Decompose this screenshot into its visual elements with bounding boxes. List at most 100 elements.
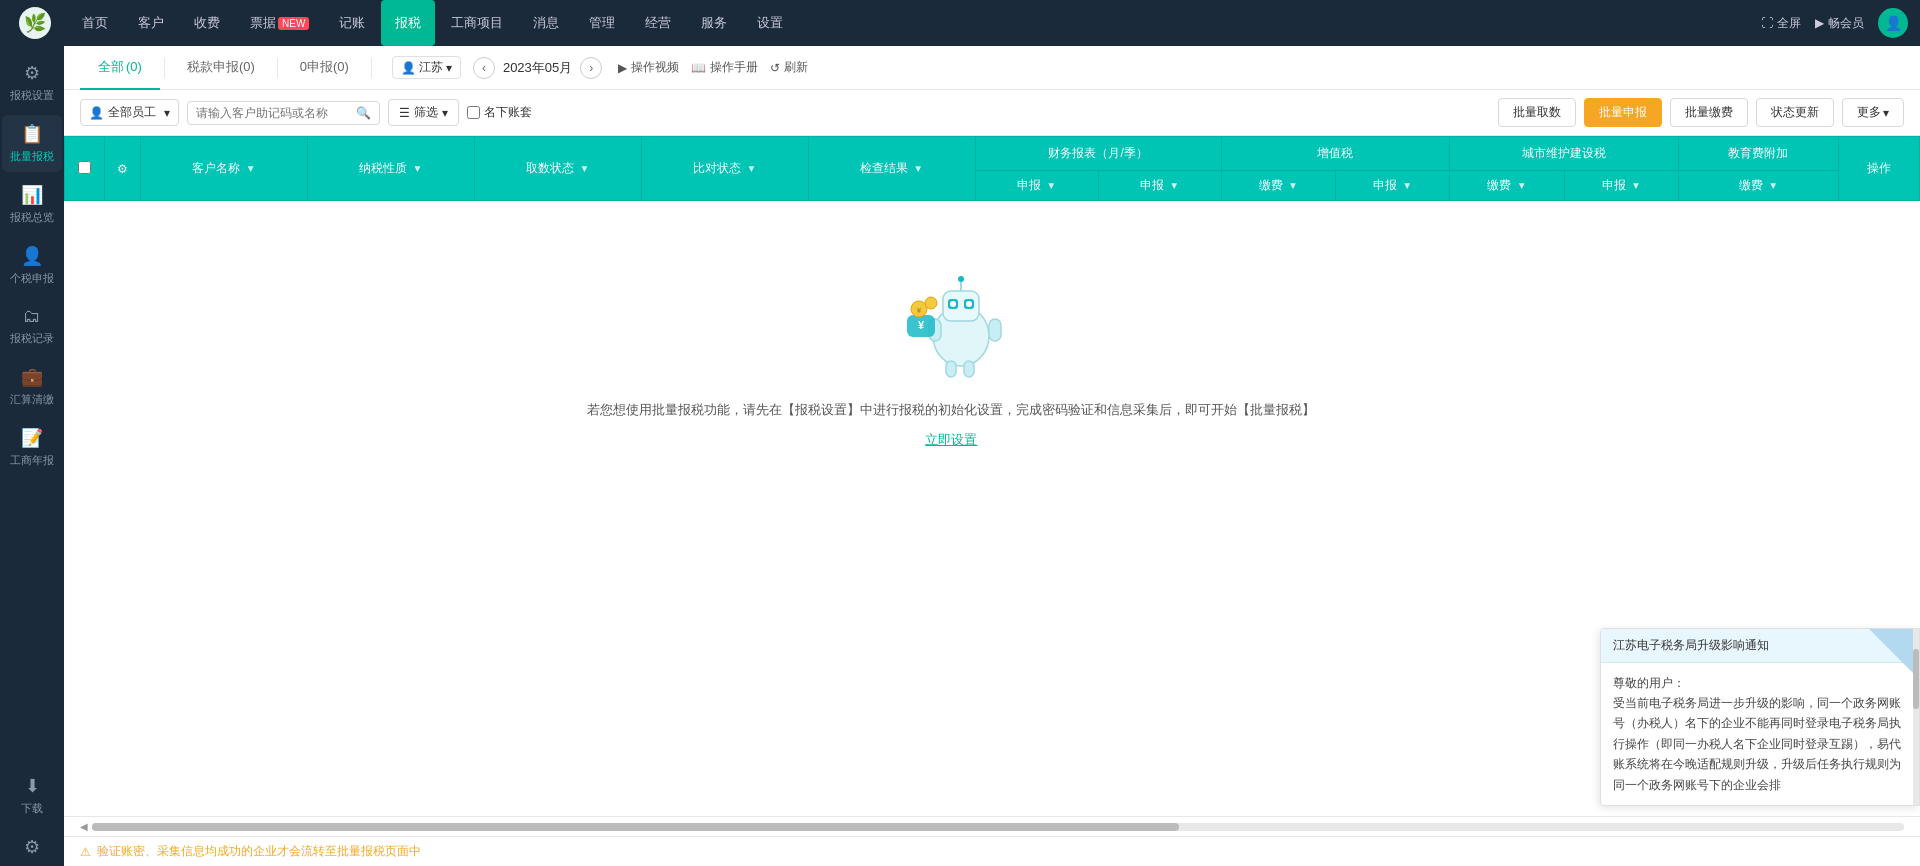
financial-declare-filter-icon[interactable]: ▼ <box>1046 180 1056 191</box>
vat-declare-filter-icon[interactable]: ▼ <box>1169 180 1179 191</box>
tax-settings-icon: ⚙ <box>24 62 40 84</box>
svg-rect-9 <box>989 319 1001 341</box>
fetch-status-filter-icon[interactable]: ▼ <box>580 163 590 174</box>
account-checkbox-label[interactable]: 名下账套 <box>467 104 532 121</box>
nav-manage[interactable]: 管理 <box>575 0 629 46</box>
h-scrollbar-track[interactable] <box>92 823 1904 831</box>
sidebar-item-annual-report[interactable]: 📝 工商年报 <box>2 419 62 476</box>
nav-bookkeeping[interactable]: 记账 <box>325 0 379 46</box>
svg-point-16 <box>925 297 937 309</box>
nav-service[interactable]: 服务 <box>687 0 741 46</box>
batch-pay-btn[interactable]: 批量缴费 <box>1670 98 1748 127</box>
svg-rect-10 <box>946 361 956 377</box>
nav-customer[interactable]: 客户 <box>124 0 178 46</box>
scroll-left-arrow[interactable]: ◀ <box>80 821 88 832</box>
th-edu-declare: 申报 ▼ <box>1564 171 1678 201</box>
play-icon: ▶ <box>1815 16 1824 30</box>
refresh-icon: ↺ <box>770 61 780 75</box>
select-all-checkbox[interactable] <box>78 161 91 174</box>
nav-home[interactable]: 首页 <box>68 0 122 46</box>
more-btn[interactable]: 更多 ▾ <box>1842 98 1904 127</box>
city-pay-filter-icon[interactable]: ▼ <box>1517 180 1527 191</box>
nav-settings[interactable]: 设置 <box>743 0 797 46</box>
robot-illustration: ¥ ¥ <box>891 261 1011 381</box>
warning-icon: ⚠ <box>80 845 91 859</box>
svg-text:¥: ¥ <box>918 319 925 331</box>
nav-business[interactable]: 工商项目 <box>437 0 517 46</box>
edu-pay-filter-icon[interactable]: ▼ <box>1768 180 1778 191</box>
vat-pay-filter-icon[interactable]: ▼ <box>1288 180 1298 191</box>
sidebar: ⚙ 报税设置 📋 批量报税 📊 报税总览 👤 个税申报 🗂 报税记录 💼 汇算清… <box>0 46 64 866</box>
check-result-filter-icon[interactable]: ▼ <box>913 163 923 174</box>
empty-state: ¥ ¥ 若您想使用批量报税功能，请先在【报税设置】中进行报税的初始化设置，完成密… <box>65 201 1839 509</box>
date-nav: ‹ 2023年05月 › <box>473 57 602 79</box>
next-month-btn[interactable]: › <box>580 57 602 79</box>
person-icon: 👤 <box>401 61 416 75</box>
sidebar-item-download[interactable]: ⬇ 下载 <box>2 767 62 824</box>
th-vat-pay: 缴费 ▼ <box>1221 171 1335 201</box>
compare-status-filter-icon[interactable]: ▼ <box>746 163 756 174</box>
tab-tax-declaration[interactable]: 税款申报 (0) <box>169 46 273 90</box>
edu-declare-filter-icon[interactable]: ▼ <box>1631 180 1641 191</box>
nav-message[interactable]: 消息 <box>519 0 573 46</box>
region-selector[interactable]: 👤 江苏 ▾ <box>392 56 461 79</box>
invoice-badge: NEW <box>278 17 309 30</box>
sidebar-item-tax-records[interactable]: 🗂 报税记录 <box>2 298 62 354</box>
logo[interactable]: 🌿 <box>12 0 58 46</box>
batch-fetch-btn[interactable]: 批量取数 <box>1498 98 1576 127</box>
tax-nature-filter-icon[interactable]: ▼ <box>413 163 423 174</box>
fullscreen-btn[interactable]: ⛶ 全屏 <box>1761 15 1801 32</box>
account-checkbox[interactable] <box>467 106 480 119</box>
filter-icon: ☰ <box>399 106 410 120</box>
prev-month-btn[interactable]: ‹ <box>473 57 495 79</box>
filter-btn[interactable]: ☰ 筛选 ▾ <box>388 99 459 126</box>
emp-icon: 👤 <box>89 106 104 120</box>
sidebar-item-batch-tax[interactable]: 📋 批量报税 <box>2 115 62 172</box>
gear-icon[interactable]: ⚙ <box>117 162 128 176</box>
tab-all[interactable]: 全部 (0) <box>80 46 160 90</box>
notification-panel: 江苏电子税务局升级影响通知 ✕ 尊敬的用户： 受当前电子税务局进一步升级的影响，… <box>1600 628 1920 806</box>
operation-video-btn[interactable]: ▶ 操作视频 <box>618 59 679 76</box>
customer-filter-icon[interactable]: ▼ <box>246 163 256 174</box>
toolbar-right: 批量取数 批量申报 批量缴费 状态更新 更多 ▾ <box>1498 98 1904 127</box>
th-customer-name: 客户名称 ▼ <box>141 137 308 201</box>
th-city-pay: 缴费 ▼ <box>1450 171 1564 201</box>
tab-bar: 全部 (0) 税款申报 (0) 0申报 (0) 👤 江苏 ▾ ‹ <box>64 46 1920 90</box>
member-btn[interactable]: ▶ 畅会员 <box>1815 15 1864 32</box>
settlement-icon: 💼 <box>21 366 43 388</box>
h-scrollbar-thumb <box>92 823 1179 831</box>
sidebar-item-tax-overview[interactable]: 📊 报税总览 <box>2 176 62 233</box>
sidebar-item-tax-settings[interactable]: ⚙ 报税设置 <box>2 54 62 111</box>
th-financial-declare: 申报 ▼ <box>975 171 1098 201</box>
logo-icon: 🌿 <box>19 7 51 39</box>
book-icon: 📖 <box>691 61 706 75</box>
nav-operation[interactable]: 经营 <box>631 0 685 46</box>
city-declare-filter-icon[interactable]: ▼ <box>1402 180 1412 191</box>
batch-declare-btn[interactable]: 批量申报 <box>1584 98 1662 127</box>
notif-triangle-decoration <box>1869 629 1919 679</box>
emp-select[interactable]: 👤 全部员工 ▾ <box>80 99 179 126</box>
nav-fee[interactable]: 收费 <box>180 0 234 46</box>
setup-link[interactable]: 立即设置 <box>925 431 977 449</box>
th-edu-pay: 缴费 ▼ <box>1679 171 1839 201</box>
operation-manual-btn[interactable]: 📖 操作手册 <box>691 59 758 76</box>
sidebar-item-setting[interactable]: ⚙ <box>2 828 62 866</box>
refresh-btn[interactable]: ↺ 刷新 <box>770 59 808 76</box>
search-box: 🔍 <box>187 101 380 125</box>
search-input[interactable] <box>196 106 356 120</box>
nav-invoice[interactable]: 票据 NEW <box>236 0 323 46</box>
download-icon: ⬇ <box>25 775 40 797</box>
data-table: ⚙ 客户名称 ▼ 纳税性质 ▼ 取数状态 ▼ <box>64 136 1920 509</box>
video-icon: ▶ <box>618 61 627 75</box>
notif-scrollbar[interactable] <box>1913 629 1919 805</box>
sidebar-item-personal-tax[interactable]: 👤 个税申报 <box>2 237 62 294</box>
avatar[interactable]: 👤 <box>1878 8 1908 38</box>
batch-tax-icon: 📋 <box>21 123 43 145</box>
status-update-btn[interactable]: 状态更新 <box>1756 98 1834 127</box>
th-gear: ⚙ <box>105 137 141 201</box>
sidebar-item-settlement[interactable]: 💼 汇算清缴 <box>2 358 62 415</box>
nav-tax[interactable]: 报税 <box>381 0 435 46</box>
tab-divider-2 <box>277 58 278 78</box>
tab-zero-declaration[interactable]: 0申报 (0) <box>282 46 367 90</box>
table-scroll-bottom: ◀ <box>64 816 1920 836</box>
